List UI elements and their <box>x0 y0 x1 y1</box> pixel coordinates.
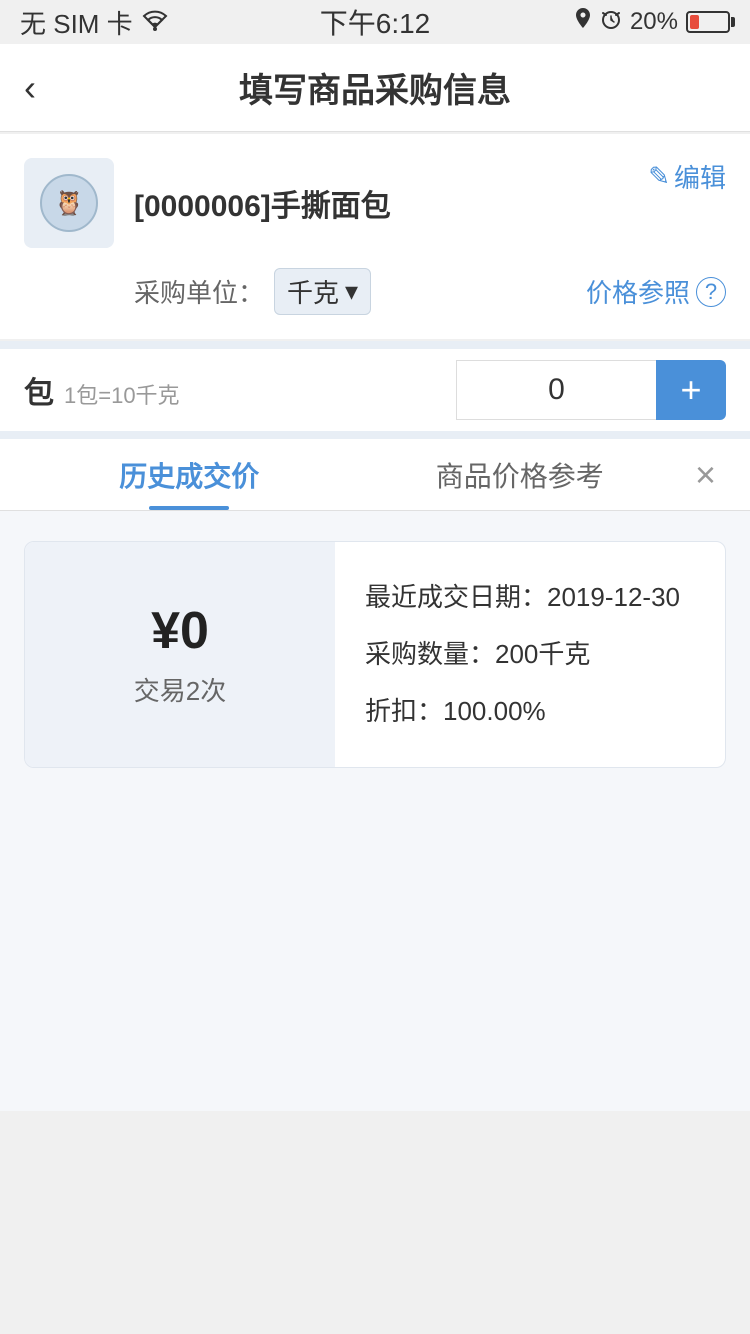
edit-label: 编辑 <box>674 158 726 195</box>
svg-text:🦉: 🦉 <box>54 190 84 217</box>
status-time: 下午6:12 <box>320 2 431 42</box>
edit-icon: ✎ <box>648 161 670 192</box>
tx-recent-date-row: 最近成交日期：2019-12-30 <box>365 578 695 617</box>
transaction-price: ¥0 <box>151 601 209 661</box>
qty-control: + <box>456 360 726 420</box>
page-header: ‹ 填写商品采购信息 <box>0 44 750 132</box>
transaction-left: ¥0 交易2次 <box>25 542 335 767</box>
unit-label: 采购单位： <box>134 273 264 310</box>
quantity-left: 包 1包=10千克 <box>24 368 180 412</box>
tx-recent-date-value: 2019-12-30 <box>547 582 680 612</box>
tx-recent-date-label: 最近成交日期： <box>365 582 547 612</box>
product-image: 🦉 <box>24 158 114 248</box>
carrier-label: 无 SIM 卡 <box>20 4 133 41</box>
tab-close-button[interactable]: × <box>685 454 726 496</box>
battery-icon <box>686 11 730 33</box>
unit-selector-group: 采购单位： 千克 ▾ <box>134 268 371 315</box>
unit-select[interactable]: 千克 ▾ <box>274 268 371 315</box>
status-right: 20% <box>574 8 730 37</box>
status-bar: 无 SIM 卡 下午6:12 20% <box>0 0 750 44</box>
location-icon <box>574 8 592 37</box>
price-ref-label: 价格参照 <box>586 273 690 310</box>
product-unit-row: 采购单位： 千克 ▾ 价格参照 ? <box>24 268 726 315</box>
qty-unit-sub: 1包=10千克 <box>64 378 180 410</box>
product-id: [0000006] <box>134 190 271 223</box>
tx-discount-label: 折扣： <box>365 696 443 726</box>
transaction-section: ¥0 交易2次 最近成交日期：2019-12-30 采购数量：200千克 折扣：… <box>0 511 750 1111</box>
tab-history-price[interactable]: 历史成交价 <box>24 439 354 510</box>
price-ref-button[interactable]: 价格参照 ? <box>586 273 726 310</box>
tx-quantity-label: 采购数量： <box>365 639 495 669</box>
tx-quantity-value: 200千克 <box>495 639 590 669</box>
product-name: 手撕面包 <box>271 190 391 223</box>
edit-button[interactable]: ✎ 编辑 <box>648 158 726 195</box>
alarm-icon <box>600 8 622 37</box>
product-left: 🦉 [0000006]手撕面包 <box>24 158 391 248</box>
status-left: 无 SIM 卡 <box>20 4 169 41</box>
transaction-times: 交易2次 <box>134 671 226 708</box>
qty-input[interactable] <box>456 360 656 420</box>
tabs-container: 历史成交价 商品价格参考 × <box>0 431 750 511</box>
unit-value: 千克 <box>287 273 339 310</box>
chevron-down-icon: ▾ <box>345 276 358 307</box>
transaction-card: ¥0 交易2次 最近成交日期：2019-12-30 采购数量：200千克 折扣：… <box>24 541 726 768</box>
product-name-group: [0000006]手撕面包 <box>134 181 391 225</box>
tx-quantity-row: 采购数量：200千克 <box>365 635 695 674</box>
qty-plus-button[interactable]: + <box>656 360 726 420</box>
battery-percent: 20% <box>630 8 678 36</box>
page-title: 填写商品采购信息 <box>239 63 511 112</box>
qty-unit-big: 包 <box>24 368 54 412</box>
tx-discount-value: 100.00% <box>443 696 546 726</box>
help-icon: ? <box>696 277 726 307</box>
tab-price-ref[interactable]: 商品价格参考 <box>354 439 684 510</box>
quantity-row: 包 1包=10千克 + <box>0 341 750 431</box>
back-button[interactable]: ‹ <box>24 67 36 109</box>
wifi-icon <box>141 7 169 38</box>
tx-discount-row: 折扣：100.00% <box>365 692 695 731</box>
product-card: 🦉 [0000006]手撕面包 ✎ 编辑 采购单位： 千克 ▾ 价格参照 ? <box>0 134 750 339</box>
product-top: 🦉 [0000006]手撕面包 ✎ 编辑 <box>24 158 726 248</box>
transaction-right: 最近成交日期：2019-12-30 采购数量：200千克 折扣：100.00% <box>335 542 725 767</box>
